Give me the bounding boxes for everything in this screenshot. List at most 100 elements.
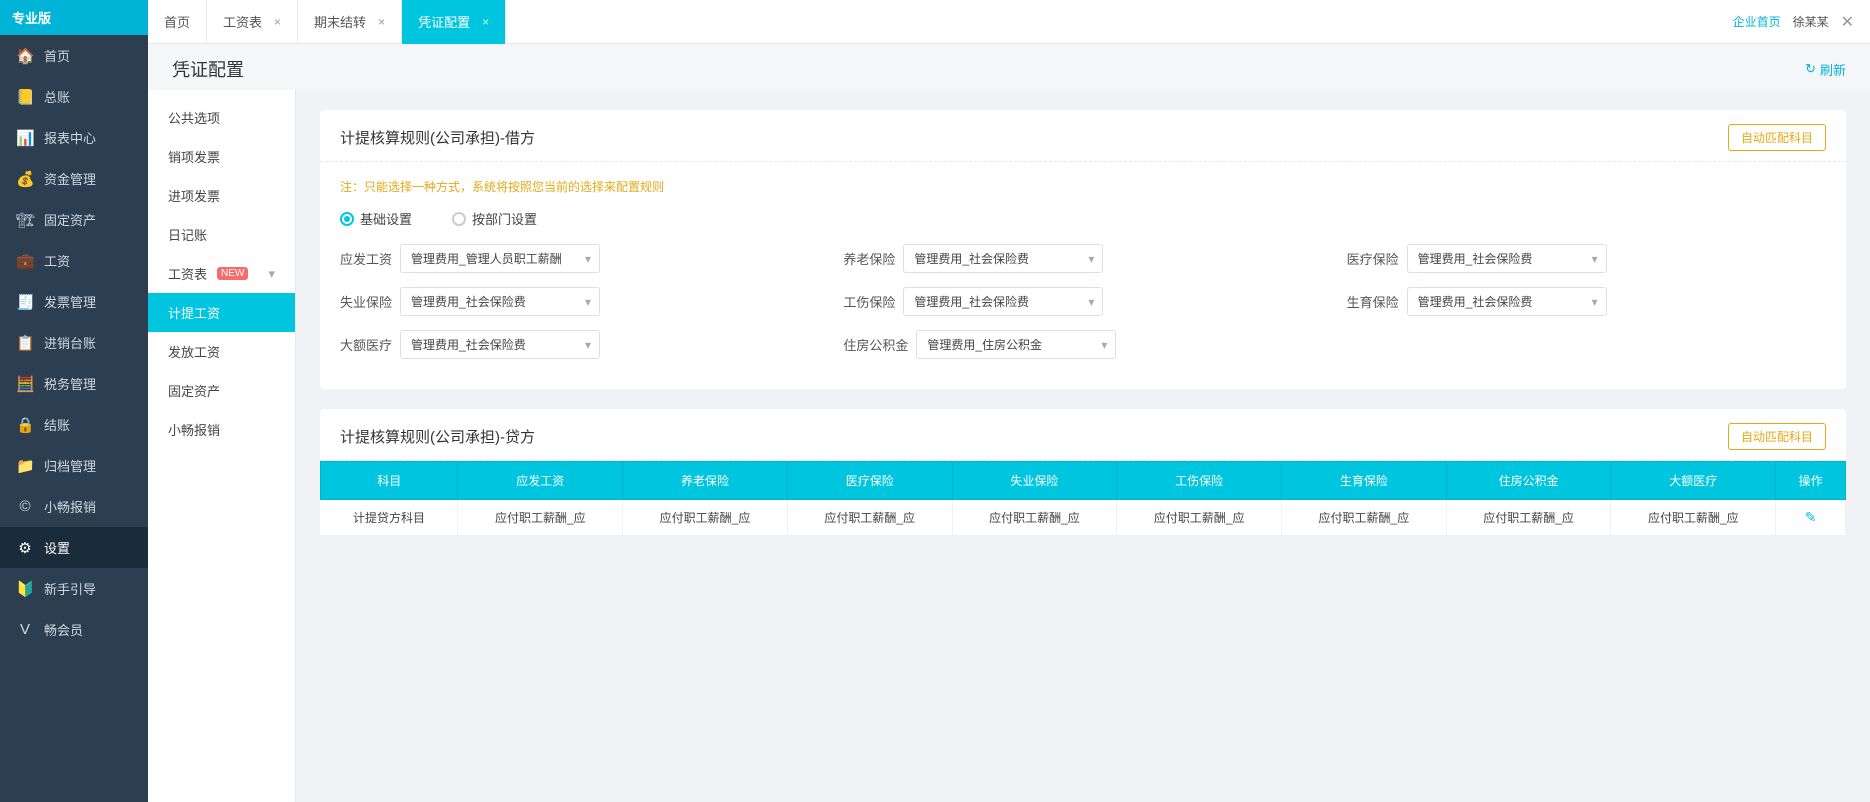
refresh-icon: ↻ [1805, 61, 1816, 77]
row-unemployment: 应付职工薪酬_应 [952, 500, 1117, 536]
injury-select[interactable]: 管理费用_社会保险费 [903, 287, 1103, 316]
left-nav: 公共选项 销项发票 进项发票 日记账 工资表 NEW ▾ 计提工资 发放工资 [148, 90, 296, 802]
debit-section-header: 计提核算规则(公司承担)-借方 自动匹配科目 [320, 110, 1846, 162]
gear-icon: ⚙ [16, 539, 34, 557]
tab-bar: 首页 工资表 × 期末结转 × 凭证配置 × 企业首页 徐某某 ✕ [148, 0, 1870, 44]
debit-section: 计提核算规则(公司承担)-借方 自动匹配科目 注：只能选择一种方式，系统将按照您… [320, 110, 1846, 389]
left-nav-issue-payroll[interactable]: 发放工资 [148, 332, 295, 371]
auto-match-credit-button[interactable]: 自动匹配科目 [1728, 423, 1826, 450]
sidebar-item-tax[interactable]: 🧮 税务管理 [0, 363, 148, 404]
col-medical: 医疗保险 [787, 462, 952, 500]
row-housing: 应付职工薪酬_应 [1446, 500, 1611, 536]
maternity-label: 生育保险 [1347, 292, 1399, 311]
radio-by-dept[interactable]: 按部门设置 [452, 209, 537, 228]
inner-layout: 公共选项 销项发票 进项发票 日记账 工资表 NEW ▾ 计提工资 发放工资 [148, 90, 1870, 802]
field-housing-fund: 住房公积金 管理费用_住房公积金 [843, 330, 1322, 359]
right-content: 计提核算规则(公司承担)-借方 自动匹配科目 注：只能选择一种方式，系统将按照您… [296, 90, 1870, 802]
tab-payroll-table[interactable]: 工资表 × [207, 0, 298, 44]
pension-label: 养老保险 [843, 249, 895, 268]
unemployment-select[interactable]: 管理费用_社会保险费 [400, 287, 600, 316]
chevron-down-icon: ▾ [268, 266, 275, 282]
housing-fund-label: 住房公积金 [843, 335, 908, 354]
debit-section-title: 计提核算规则(公司承担)-借方 [340, 127, 535, 148]
left-nav-credit-invoice[interactable]: 销项发票 [148, 137, 295, 176]
row-salary: 应付职工薪酬_应 [458, 500, 623, 536]
left-nav-journal[interactable]: 日记账 [148, 215, 295, 254]
form-row-2: 失业保险 管理费用_社会保险费 工伤保险 管理费用_社会保险费 [340, 287, 1826, 316]
sidebar-item-invoice[interactable]: 🧾 发票管理 [0, 281, 148, 322]
refresh-button[interactable]: ↻ 刷新 [1805, 60, 1846, 79]
tab-period-close[interactable]: 期末结转 × [298, 0, 402, 44]
invoice-icon: 🧾 [16, 293, 34, 311]
field-injury: 工伤保险 管理费用_社会保险费 [843, 287, 1322, 316]
left-nav-debit-invoice[interactable]: 进项发票 [148, 176, 295, 215]
sidebar-item-purchase-sales[interactable]: 📋 进销台账 [0, 322, 148, 363]
sidebar-item-home[interactable]: 🏠 首页 [0, 35, 148, 76]
sidebar-item-member[interactable]: V 畅会员 [0, 609, 148, 650]
row-injury: 应付职工薪酬_应 [1117, 500, 1282, 536]
edit-icon[interactable]: ✎ [1805, 509, 1817, 525]
left-nav-payroll-table[interactable]: 工资表 NEW ▾ [148, 254, 295, 293]
row-edit-action[interactable]: ✎ [1776, 500, 1846, 536]
left-nav-calc-payroll[interactable]: 计提工资 [148, 293, 295, 332]
sidebar-item-xiaochang[interactable]: © 小畅报销 [0, 486, 148, 527]
sidebar-item-closing[interactable]: 🔒 结账 [0, 404, 148, 445]
topbar-right: 企业首页 徐某某 ✕ [1733, 12, 1870, 32]
home-icon: 🏠 [16, 47, 34, 65]
salary-select[interactable]: 管理费用_管理人员职工薪酬 [400, 244, 600, 273]
unemployment-label: 失业保险 [340, 292, 392, 311]
col-action: 操作 [1776, 462, 1846, 500]
notice-text: 注：只能选择一种方式，系统将按照您当前的选择来配置规则 [340, 178, 1826, 195]
credit-section-header: 计提核算规则(公司承担)-贷方 自动匹配科目 [320, 409, 1846, 461]
form-row-3: 大额医疗 管理费用_社会保险费 住房公积金 管理费用_住房公积金 [340, 330, 1826, 359]
radio-basic[interactable]: 基础设置 [340, 209, 412, 228]
sidebar-item-reports[interactable]: 📊 报表中心 [0, 117, 148, 158]
table-row: 计提贷方科目 应付职工薪酬_应 应付职工薪酬_应 应付职工薪酬_应 应付职工薪酬… [321, 500, 1846, 536]
sidebar-item-funds[interactable]: 💰 资金管理 [0, 158, 148, 199]
major-medical-select[interactable]: 管理费用_社会保险费 [400, 330, 600, 359]
folder-icon: 📁 [16, 457, 34, 475]
guide-icon: 🔰 [16, 580, 34, 598]
left-nav-expense[interactable]: 小畅报销 [148, 410, 295, 449]
sidebar-item-general-ledger[interactable]: 📒 总账 [0, 76, 148, 117]
row-medical: 应付职工薪酬_应 [787, 500, 952, 536]
field-pension: 养老保险 管理费用_社会保险费 [843, 244, 1322, 273]
pension-select[interactable]: 管理费用_社会保险费 [903, 244, 1103, 273]
col-unemployment: 失业保险 [952, 462, 1117, 500]
close-voucher-config-tab[interactable]: × [482, 15, 489, 29]
maternity-select[interactable]: 管理费用_社会保险费 [1407, 287, 1607, 316]
chart-icon: 📊 [16, 129, 34, 147]
sidebar-item-payroll[interactable]: 💼 工资 [0, 240, 148, 281]
sidebar-item-settings[interactable]: ⚙ 设置 [0, 527, 148, 568]
close-payroll-table-tab[interactable]: × [274, 15, 281, 29]
funds-icon: 💰 [16, 170, 34, 188]
close-main-icon[interactable]: ✕ [1841, 12, 1854, 32]
credit-section-body: 科目 应发工资 养老保险 医疗保险 失业保险 工伤保险 生育保险 住房公积金 大… [320, 461, 1846, 536]
tab-voucher-config[interactable]: 凭证配置 × [402, 0, 506, 44]
housing-fund-select[interactable]: 管理费用_住房公积金 [916, 330, 1116, 359]
close-period-close-tab[interactable]: × [378, 15, 385, 29]
major-medical-label: 大额医疗 [340, 335, 392, 354]
col-salary: 应发工资 [458, 462, 623, 500]
row-subject: 计提贷方科目 [321, 500, 458, 536]
col-pension: 养老保险 [623, 462, 788, 500]
credit-table: 科目 应发工资 养老保险 医疗保险 失业保险 工伤保险 生育保险 住房公积金 大… [320, 461, 1846, 536]
tab-home[interactable]: 首页 [148, 0, 207, 44]
sidebar-item-guide[interactable]: 🔰 新手引导 [0, 568, 148, 609]
left-nav-public-options[interactable]: 公共选项 [148, 98, 295, 137]
enterprise-home-link[interactable]: 企业首页 [1733, 13, 1781, 30]
username-label: 徐某某 [1793, 13, 1829, 30]
left-nav-fixed-assets[interactable]: 固定资产 [148, 371, 295, 410]
tax-icon: 🧮 [16, 375, 34, 393]
medical-select[interactable]: 管理费用_社会保险费 [1407, 244, 1607, 273]
field-major-medical: 大额医疗 管理费用_社会保险费 [340, 330, 819, 359]
sidebar-item-fixed-assets[interactable]: 🏗 固定资产 [0, 199, 148, 240]
radio-basic-circle [340, 212, 354, 226]
radio-group: 基础设置 按部门设置 [340, 209, 1826, 228]
radio-dept-circle [452, 212, 466, 226]
row-pension: 应付职工薪酬_应 [623, 500, 788, 536]
auto-match-debit-button[interactable]: 自动匹配科目 [1728, 124, 1826, 151]
payroll-icon: 💼 [16, 252, 34, 270]
page-title: 凭证配置 [172, 56, 244, 82]
sidebar-item-archive[interactable]: 📁 归档管理 [0, 445, 148, 486]
